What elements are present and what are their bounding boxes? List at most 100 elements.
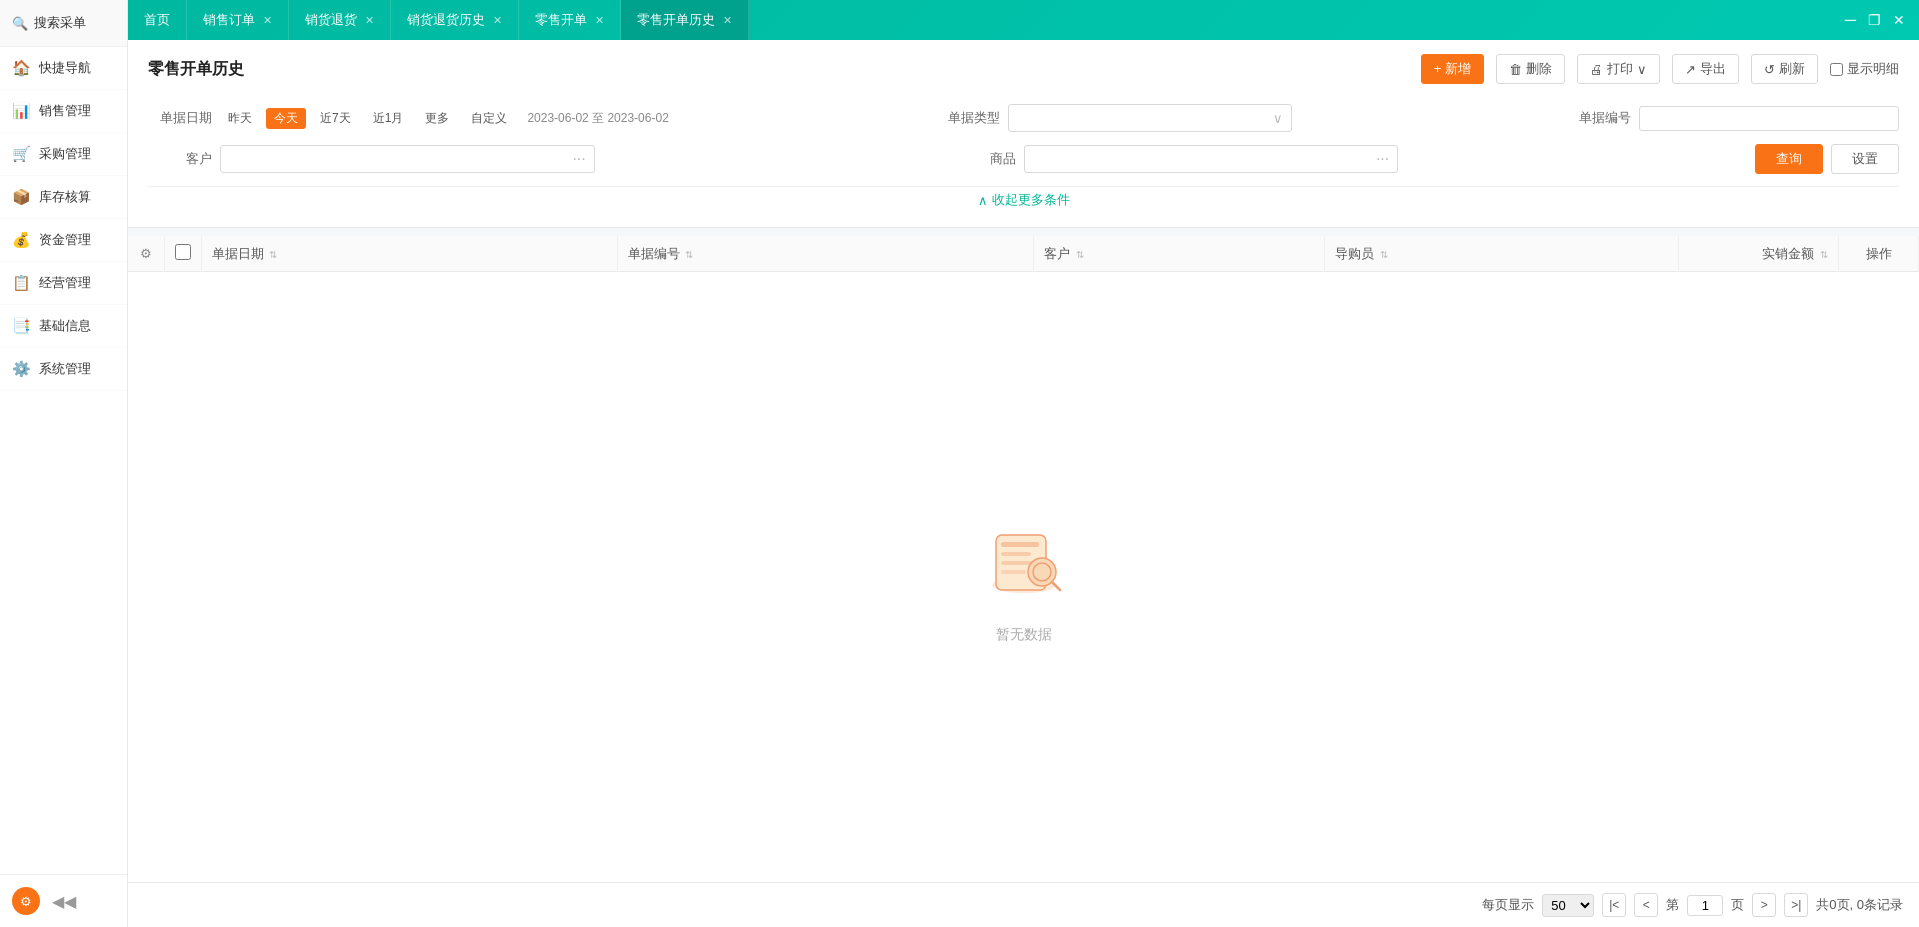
sidebar-item-finance[interactable]: 💰 资金管理: [0, 219, 127, 262]
window-minimize-button[interactable]: ─: [1845, 11, 1856, 29]
date-range-text: 2023-06-02 至 2023-06-02: [527, 110, 668, 127]
tab-retail-open[interactable]: 零售开单 ✕: [519, 0, 621, 40]
th-date-sort[interactable]: ⇅: [269, 249, 277, 260]
display-detail-toggle[interactable]: 显示明细: [1830, 60, 1899, 78]
next-page-button[interactable]: >: [1752, 893, 1776, 917]
tab-retail-open-label: 零售开单: [535, 11, 587, 29]
th-amount-sort[interactable]: ⇅: [1820, 249, 1828, 260]
sidebar-item-purchase-mgmt[interactable]: 🛒 采购管理: [0, 133, 127, 176]
sidebar-search[interactable]: 🔍 搜索采单: [0, 0, 127, 47]
select-all-checkbox[interactable]: [175, 244, 191, 260]
tab-sales-return-history-close[interactable]: ✕: [493, 14, 502, 27]
tab-sales-return[interactable]: 销货退货 ✕: [289, 0, 391, 40]
doc-icon: 📑: [12, 317, 31, 335]
customer-filter-select[interactable]: ···: [220, 145, 595, 173]
tab-sales-return-history-label: 销货退货历史: [407, 11, 485, 29]
tab-retail-open-history[interactable]: 零售开单历史 ✕: [621, 0, 749, 40]
th-actions-label: 操作: [1866, 246, 1892, 261]
date-options: 昨天 今天 近7天 近1月 更多 自定义 2023-06-02 至 2023-0…: [220, 108, 669, 129]
date-option-7days[interactable]: 近7天: [312, 108, 359, 129]
sidebar-item-label: 销售管理: [39, 102, 91, 120]
pagination: 每页显示 50 10 20 100 |< < 第 页 > >| 共0页, 0条记…: [128, 882, 1919, 927]
th-guide-sort[interactable]: ⇅: [1380, 249, 1388, 260]
th-actions: 操作: [1839, 236, 1919, 272]
print-button[interactable]: 🖨 打印 ∨: [1577, 54, 1660, 84]
sidebar-item-operations[interactable]: 📋 经营管理: [0, 262, 127, 305]
goods-dots-icon[interactable]: ···: [1376, 150, 1389, 168]
th-customer-sort[interactable]: ⇅: [1076, 249, 1084, 260]
export-button[interactable]: ↗ 导出: [1672, 54, 1739, 84]
collapse-conditions-button[interactable]: ∧ 收起更多条件: [148, 186, 1899, 217]
svg-rect-5: [1001, 570, 1026, 574]
tab-retail-open-close[interactable]: ✕: [595, 14, 604, 27]
sidebar-item-label: 系统管理: [39, 360, 91, 378]
display-detail-checkbox[interactable]: [1830, 63, 1843, 76]
settings-filter-button[interactable]: 设置: [1831, 144, 1899, 174]
table-header: ⚙ 单据日期 ⇅ 单据编号 ⇅: [128, 236, 1919, 272]
sidebar-item-quick-nav[interactable]: 🏠 快捷导航: [0, 47, 127, 90]
page-label: 页: [1731, 896, 1744, 914]
filter-area: 单据日期 昨天 今天 近7天 近1月 更多 自定义 2023-06-02 至 2…: [148, 98, 1899, 227]
tab-sales-order[interactable]: 销售订单 ✕: [187, 0, 289, 40]
sidebar-item-sales-mgmt[interactable]: 📊 销售管理: [0, 90, 127, 133]
sidebar-item-basic-info[interactable]: 📑 基础信息: [0, 305, 127, 348]
add-button[interactable]: + 新增: [1421, 54, 1484, 84]
date-option-1month[interactable]: 近1月: [365, 108, 412, 129]
window-close-button[interactable]: ✕: [1893, 12, 1905, 28]
date-option-custom[interactable]: 自定义: [463, 108, 515, 129]
table-area: ⚙ 单据日期 ⇅ 单据编号 ⇅: [128, 236, 1919, 927]
sidebar-item-inventory[interactable]: 📦 库存核算: [0, 176, 127, 219]
th-order-num-sort[interactable]: ⇅: [685, 249, 693, 260]
tab-sales-return-close[interactable]: ✕: [365, 14, 374, 27]
display-detail-label: 显示明细: [1847, 60, 1899, 78]
search-button[interactable]: 查询: [1755, 144, 1823, 174]
filter-row-date: 单据日期 昨天 今天 近7天 近1月 更多 自定义 2023-06-02 至 2…: [148, 98, 1899, 138]
sidebar-item-system-mgmt[interactable]: ⚙️ 系统管理: [0, 348, 127, 391]
delete-button[interactable]: 🗑 删除: [1496, 54, 1565, 84]
chart-icon: 📊: [12, 102, 31, 120]
goods-filter-select[interactable]: ···: [1024, 145, 1399, 173]
collapse-sidebar-button[interactable]: ◀◀: [50, 887, 78, 915]
order-num-input[interactable]: [1639, 106, 1899, 131]
tab-sales-order-label: 销售订单: [203, 11, 255, 29]
th-date: 单据日期 ⇅: [201, 236, 617, 272]
tab-sales-return-label: 销货退货: [305, 11, 357, 29]
first-page-button[interactable]: |<: [1602, 893, 1626, 917]
refresh-label: 刷新: [1779, 60, 1805, 78]
customer-dots-icon[interactable]: ···: [572, 150, 585, 168]
page-title-row: 零售开单历史 + 新增 🗑 删除 🖨 打印 ∨ ↗ 导出: [148, 54, 1899, 84]
per-page-select[interactable]: 50 10 20 100: [1542, 894, 1594, 917]
last-page-button[interactable]: >|: [1784, 893, 1808, 917]
tab-home[interactable]: 首页: [128, 0, 187, 40]
date-option-more[interactable]: 更多: [417, 108, 457, 129]
tab-retail-open-history-close[interactable]: ✕: [723, 14, 732, 27]
date-option-yesterday[interactable]: 昨天: [220, 108, 260, 129]
empty-state: 暂无数据: [128, 272, 1919, 882]
sidebar-item-label: 采购管理: [39, 145, 91, 163]
date-option-today[interactable]: 今天: [266, 108, 306, 129]
settings-button[interactable]: ⚙: [12, 887, 40, 915]
customer-filter-label: 客户: [148, 150, 220, 168]
tab-sales-order-close[interactable]: ✕: [263, 14, 272, 27]
th-date-label: 单据日期: [212, 246, 264, 261]
window-restore-button[interactable]: ❐: [1868, 12, 1881, 28]
tab-sales-return-history[interactable]: 销货退货历史 ✕: [391, 0, 519, 40]
box-icon: 📦: [12, 188, 31, 206]
empty-text: 暂无数据: [996, 626, 1052, 644]
type-filter-select[interactable]: ∨: [1008, 104, 1293, 132]
sidebar: 🔍 搜索采单 🏠 快捷导航 📊 销售管理 🛒 采购管理 📦 库存核算 💰 资金管…: [0, 0, 128, 927]
prev-page-button[interactable]: <: [1634, 893, 1658, 917]
date-filter-label: 单据日期: [148, 109, 220, 127]
topbar: 首页 销售订单 ✕ 销货退货 ✕ 销货退货历史 ✕ 零售开单 ✕ 零售开单历史 …: [128, 0, 1919, 40]
export-label: 导出: [1700, 60, 1726, 78]
th-amount: 实销金额 ⇅: [1679, 236, 1839, 272]
page-number-input[interactable]: [1687, 895, 1723, 916]
settings-col-icon[interactable]: ⚙: [140, 246, 152, 261]
th-customer: 客户 ⇅: [1033, 236, 1324, 272]
delete-icon: 🗑: [1509, 62, 1522, 77]
refresh-icon: ↺: [1764, 62, 1775, 77]
clipboard-icon: 📋: [12, 274, 31, 292]
data-table: ⚙ 单据日期 ⇅ 单据编号 ⇅: [128, 236, 1919, 272]
th-order-num: 单据编号 ⇅: [617, 236, 1033, 272]
refresh-button[interactable]: ↺ 刷新: [1751, 54, 1818, 84]
